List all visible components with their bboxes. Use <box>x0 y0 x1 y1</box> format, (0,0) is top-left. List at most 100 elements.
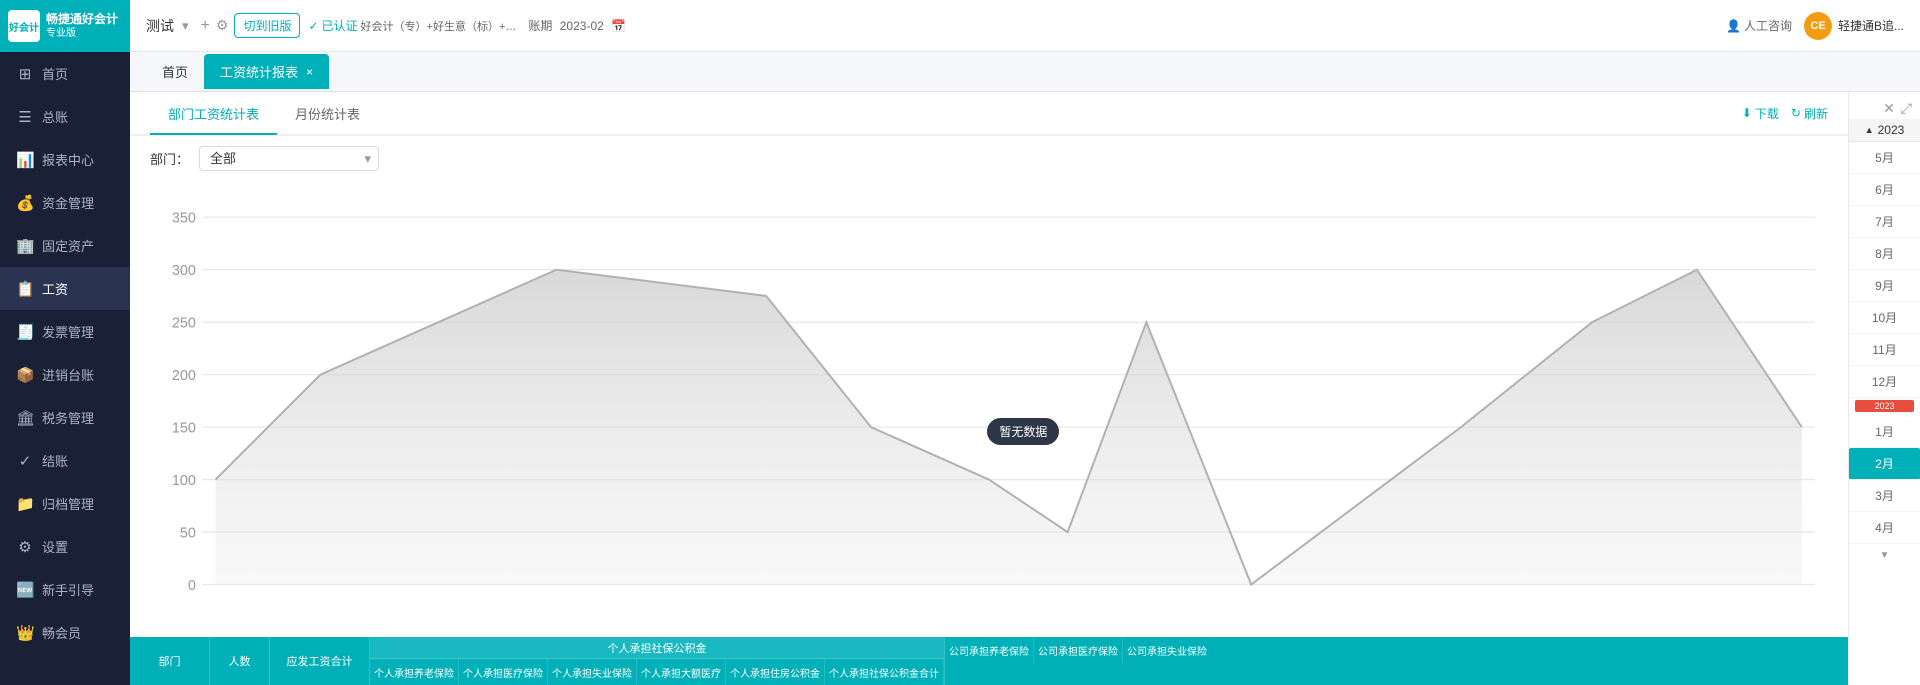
sidebar: 好会计 畅捷通好会计 专业版 ⊞ 首页 ☰ 总账 📊 报表中心 💰 资金管理 🏢… <box>0 0 130 685</box>
month-8[interactable]: 8月 <box>1849 238 1920 270</box>
sidebar-logo: 好会计 畅捷通好会计 专业版 <box>0 0 130 52</box>
year-up-icon[interactable]: ▲ <box>1865 125 1874 135</box>
sidebar-item-settle[interactable]: ✓ 结账 <box>0 439 130 482</box>
sidebar-item-reports[interactable]: 📊 报表中心 <box>0 138 130 181</box>
sidebar-item-assets[interactable]: 🏢 固定资产 <box>0 224 130 267</box>
svg-text:250: 250 <box>172 315 196 331</box>
ledger-icon: ☰ <box>16 108 34 126</box>
panel-down-icon[interactable]: ▼ <box>1849 544 1920 567</box>
tooltip-text: 暂无数据 <box>999 425 1047 439</box>
svg-text:100: 100 <box>172 473 196 489</box>
year-label-current: 2023 <box>1878 123 1905 137</box>
tab-home[interactable]: 首页 <box>146 54 204 89</box>
month-11[interactable]: 11月 <box>1849 334 1920 366</box>
subtabs: 部门工资统计表 月份统计表 ⬇ 下载 ↻ 刷新 <box>130 92 1848 136</box>
dept-filter-wrap: 全部 人事部 财务部 技术部 销售部 <box>199 146 379 171</box>
close-panel-icon[interactable]: ✕ <box>1883 100 1895 117</box>
svg-text:350: 350 <box>172 210 196 226</box>
table-header-row: 部门 人数 应发工资合计 个人承担社保公积金 <box>130 637 1848 685</box>
member-icon: 👑 <box>16 624 34 642</box>
period-label: 账期 <box>528 19 552 33</box>
sidebar-label-reports: 报表中心 <box>42 150 94 169</box>
group-label: 个人承担社保公积金 <box>608 640 707 656</box>
funds-icon: 💰 <box>16 194 34 212</box>
expand-panel-icon[interactable]: ⤢ <box>1901 100 1912 117</box>
page-body: 部门工资统计表 月份统计表 ⬇ 下载 ↻ 刷新 <box>130 92 1920 685</box>
sidebar-item-invoice[interactable]: 🧾 发票管理 <box>0 310 130 353</box>
download-button[interactable]: ⬇ 下载 <box>1742 105 1779 122</box>
year-header-2023[interactable]: ▲ 2023 <box>1849 119 1920 142</box>
refresh-button[interactable]: ↻ 刷新 <box>1791 105 1828 122</box>
col-personal-pension: 个人承担养老保险 <box>370 659 459 685</box>
help-label: 人工咨询 <box>1744 17 1792 34</box>
sidebar-item-guide[interactable]: 🆕 新手引导 <box>0 568 130 611</box>
month-5[interactable]: 5月 <box>1849 142 1920 174</box>
subtab-monthly[interactable]: 月份统计表 <box>277 94 378 135</box>
tab-salary-report[interactable]: 工资统计报表 × <box>204 54 329 89</box>
col-personal-unemployment: 个人承担失业保险 <box>548 659 637 685</box>
sidebar-item-ledger[interactable]: ☰ 总账 <box>0 95 130 138</box>
sidebar-label-member: 畅会员 <box>42 623 81 642</box>
sidebar-item-tax[interactable]: 🏛 税务管理 <box>0 396 130 439</box>
topbar-actions: + ⚙ 切到旧版 <box>201 13 301 38</box>
company-dropdown-icon[interactable]: ▾ <box>182 18 189 34</box>
panel-close-bar: ✕ ⤢ <box>1849 92 1920 119</box>
archive-icon: 📁 <box>16 495 34 513</box>
svg-text:0: 0 <box>188 578 196 594</box>
logo-subtitle: 专业版 <box>46 27 118 40</box>
period-display: 账期 2023-02 📅 <box>528 17 626 34</box>
help-icon: 👤 <box>1726 19 1741 33</box>
help-button[interactable]: 👤 人工咨询 <box>1726 17 1792 34</box>
month-12[interactable]: 12月 <box>1849 366 1920 398</box>
sidebar-item-salary[interactable]: 📋 工资 <box>0 267 130 310</box>
col-company-medical: 公司承担医疗保险 <box>1034 637 1123 663</box>
subtab-monthly-label: 月份统计表 <box>295 107 360 122</box>
user-menu[interactable]: CE 轻捷通B追... <box>1804 12 1904 40</box>
status-text: 已认证 <box>322 17 358 34</box>
calendar-icon[interactable]: 📅 <box>611 19 626 33</box>
month-9[interactable]: 9月 <box>1849 270 1920 302</box>
sidebar-label-ledger: 总账 <box>42 107 68 126</box>
sidebar-item-member[interactable]: 👑 畅会员 <box>0 611 130 654</box>
badges-text: 好会计（专）+好生意（标）+… <box>361 18 517 34</box>
month-3[interactable]: 3月 <box>1849 480 1920 512</box>
reports-icon: 📊 <box>16 151 34 169</box>
check-icon: ✓ <box>308 19 318 33</box>
month-4[interactable]: 4月 <box>1849 512 1920 544</box>
month-2-active[interactable]: 2月 <box>1849 448 1920 480</box>
svg-text:300: 300 <box>172 263 196 279</box>
month-10[interactable]: 10月 <box>1849 302 1920 334</box>
col-personal-medical: 个人承担医疗保险 <box>459 659 548 685</box>
subtabs-right: ⬇ 下载 ↻ 刷新 <box>1742 105 1828 122</box>
col-dept: 部门 <box>130 637 210 685</box>
sidebar-item-home[interactable]: ⊞ 首页 <box>0 52 130 95</box>
dept-filter-select[interactable]: 全部 人事部 财务部 技术部 销售部 <box>199 146 379 171</box>
switch-version-button[interactable]: 切到旧版 <box>234 13 300 38</box>
topbar: 测试 ▾ + ⚙ 切到旧版 ✓ 已认证 好会计（专）+好生意（标）+… 账期 2… <box>130 0 1920 52</box>
sidebar-label-home: 首页 <box>42 64 68 83</box>
tab-close-icon[interactable]: × <box>306 65 313 79</box>
chart-area: 350 300 250 200 150 100 50 0 <box>130 181 1848 637</box>
sidebar-item-funds[interactable]: 💰 资金管理 <box>0 181 130 224</box>
sidebar-item-settings[interactable]: ⚙ 设置 <box>0 525 130 568</box>
main-content: 测试 ▾ + ⚙ 切到旧版 ✓ 已认证 好会计（专）+好生意（标）+… 账期 2… <box>130 0 1920 685</box>
sidebar-nav: ⊞ 首页 ☰ 总账 📊 报表中心 💰 资金管理 🏢 固定资产 📋 工资 🧾 发票… <box>0 52 130 685</box>
sidebar-item-purchases[interactable]: 📦 进销台账 <box>0 353 130 396</box>
settings-topbar-icon[interactable]: ⚙ <box>216 17 229 34</box>
topbar-right: 👤 人工咨询 CE 轻捷通B追... <box>1726 12 1904 40</box>
col-dept-label: 部门 <box>159 653 181 669</box>
sidebar-item-archive[interactable]: 📁 归档管理 <box>0 482 130 525</box>
tab-home-label: 首页 <box>162 62 188 81</box>
salary-chart: 350 300 250 200 150 100 50 0 <box>150 191 1828 637</box>
logo-title: 畅捷通好会计 <box>46 12 118 28</box>
col-company-unemployment: 公司承担失业保险 <box>1123 637 1211 663</box>
svg-text:150: 150 <box>172 420 196 436</box>
main-panel: 部门工资统计表 月份统计表 ⬇ 下载 ↻ 刷新 <box>130 92 1848 685</box>
add-icon[interactable]: + <box>201 17 210 35</box>
month-1[interactable]: 1月 <box>1849 416 1920 448</box>
month-7[interactable]: 7月 <box>1849 206 1920 238</box>
subtab-dept[interactable]: 部门工资统计表 <box>150 94 277 135</box>
year-tag: 2023 <box>1855 400 1914 412</box>
tabbar: 首页 工资统计报表 × <box>130 52 1920 92</box>
month-6[interactable]: 6月 <box>1849 174 1920 206</box>
